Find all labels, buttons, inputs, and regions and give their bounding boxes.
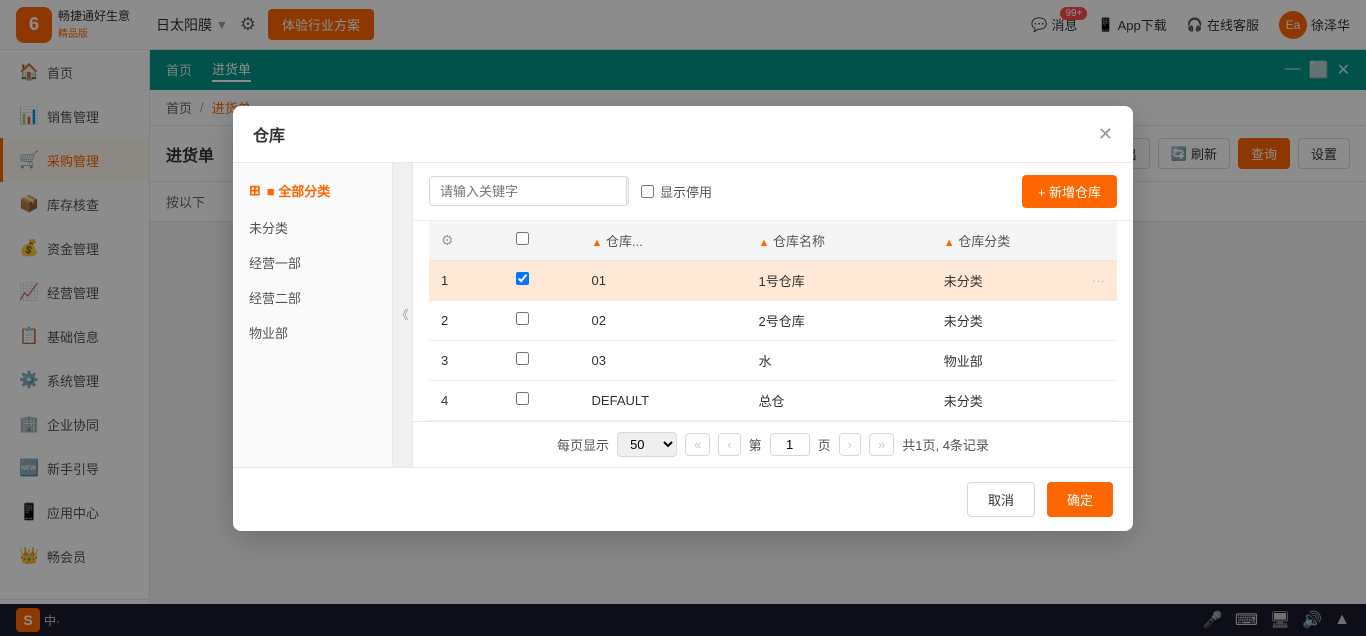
last-page-btn[interactable]: » (869, 433, 894, 456)
sidebar-collapse-btn[interactable]: 《 (393, 163, 413, 467)
col-settings: ⚙ (429, 221, 504, 261)
first-page-btn[interactable]: « (685, 433, 710, 456)
col-checkbox (504, 221, 580, 261)
modal-table-wrap: ⚙ ▲ 仓库... ▲ 仓库名称 ▲ 仓库分类 1 01 1号仓库 未分类··· (413, 221, 1133, 421)
row-checkbox-2[interactable] (504, 300, 580, 340)
show-disabled-label: 显示停用 (641, 182, 712, 201)
warehouse-table-body: 1 01 1号仓库 未分类··· 2 02 2号仓库 未分类 3 03 水 物业… (429, 260, 1117, 420)
modal-category-经营一部[interactable]: 经营一部 (233, 245, 392, 280)
next-page-btn[interactable]: › (839, 433, 861, 456)
col-name: ▲ 仓库名称 (746, 221, 931, 261)
row-category-2: 未分类 (932, 301, 1117, 340)
table-row[interactable]: 4 DEFAULT 总仓 未分类 (429, 380, 1117, 420)
table-row[interactable]: 3 03 水 物业部 (429, 340, 1117, 380)
modal-category-未分类[interactable]: 未分类 (233, 210, 392, 245)
modal-actions: 取消 确定 (233, 467, 1133, 531)
table-header: ⚙ ▲ 仓库... ▲ 仓库名称 ▲ 仓库分类 (429, 221, 1117, 261)
row-code-2: 02 (580, 300, 747, 340)
warehouse-modal: 仓库 ✕ ⊞ ■ 全部分类 未分类经营一部经营二部物业部 《 (233, 106, 1133, 531)
add-warehouse-btn[interactable]: + 新增仓库 (1022, 175, 1117, 208)
row-code-3: 03 (580, 340, 747, 380)
row-name-2: 2号仓库 (746, 300, 931, 340)
page-suffix: 页 (818, 435, 831, 454)
row-num-1: 1 (429, 260, 504, 300)
row-category-4: 未分类 (932, 381, 1117, 420)
search-submit-btn[interactable]: 🔍 (626, 177, 629, 205)
row-actions-icon[interactable]: ··· (1092, 273, 1105, 288)
show-disabled-checkbox[interactable] (641, 185, 654, 198)
col-code: ▲ 仓库... (580, 221, 747, 261)
row-name-3: 水 (746, 340, 931, 380)
modal-body: ⊞ ■ 全部分类 未分类经营一部经营二部物业部 《 🔍 (233, 163, 1133, 467)
page-label: 第 (749, 435, 762, 454)
page-number-input[interactable] (770, 433, 810, 456)
modal-table-area: 🔍 显示停用 + 新增仓库 ⚙ (413, 163, 1133, 467)
table-row[interactable]: 1 01 1号仓库 未分类··· (429, 260, 1117, 300)
row-checkbox-4[interactable] (504, 380, 580, 420)
confirm-btn[interactable]: 确定 (1047, 482, 1113, 517)
row-checkbox-1[interactable] (504, 260, 580, 300)
modal-category-物业部[interactable]: 物业部 (233, 315, 392, 350)
modal-category-sidebar: ⊞ ■ 全部分类 未分类经营一部经营二部物业部 (233, 163, 393, 467)
modal-close-btn[interactable]: ✕ (1098, 125, 1113, 143)
modal-overlay: 仓库 ✕ ⊞ ■ 全部分类 未分类经营一部经营二部物业部 《 (0, 0, 1366, 636)
row-code-4: DEFAULT (580, 380, 747, 420)
warehouse-table: ⚙ ▲ 仓库... ▲ 仓库名称 ▲ 仓库分类 1 01 1号仓库 未分类··· (429, 221, 1117, 421)
select-all-checkbox[interactable] (516, 232, 529, 245)
row-name-1: 1号仓库 (746, 260, 931, 300)
per-page-label: 每页显示 (557, 435, 609, 454)
row-category-1: 未分类··· (932, 261, 1117, 300)
row-num-4: 4 (429, 380, 504, 420)
row-num-3: 3 (429, 340, 504, 380)
grid-icon: ⊞ (249, 182, 261, 199)
col-category: ▲ 仓库分类 (932, 221, 1117, 261)
pagination: 每页显示 102050100 « ‹ 第 页 › » 共1页, 4条记录 (413, 421, 1133, 467)
modal-title: 仓库 (253, 122, 285, 146)
table-row[interactable]: 2 02 2号仓库 未分类 (429, 300, 1117, 340)
modal-all-categories[interactable]: ⊞ ■ 全部分类 (233, 175, 392, 210)
prev-page-btn[interactable]: ‹ (718, 433, 740, 456)
modal-category-经营二部[interactable]: 经营二部 (233, 280, 392, 315)
row-num-2: 2 (429, 300, 504, 340)
row-name-4: 总仓 (746, 380, 931, 420)
row-checkbox-3[interactable] (504, 340, 580, 380)
total-info: 共1页, 4条记录 (902, 435, 989, 454)
cancel-btn[interactable]: 取消 (967, 482, 1035, 517)
search-box: 🔍 (429, 176, 629, 206)
row-code-1: 01 (580, 260, 747, 300)
row-category-3: 物业部 (932, 341, 1117, 380)
modal-header: 仓库 ✕ (233, 106, 1133, 163)
modal-toolbar: 🔍 显示停用 + 新增仓库 (413, 163, 1133, 221)
per-page-select[interactable]: 102050100 (617, 432, 677, 457)
search-input[interactable] (430, 178, 626, 205)
